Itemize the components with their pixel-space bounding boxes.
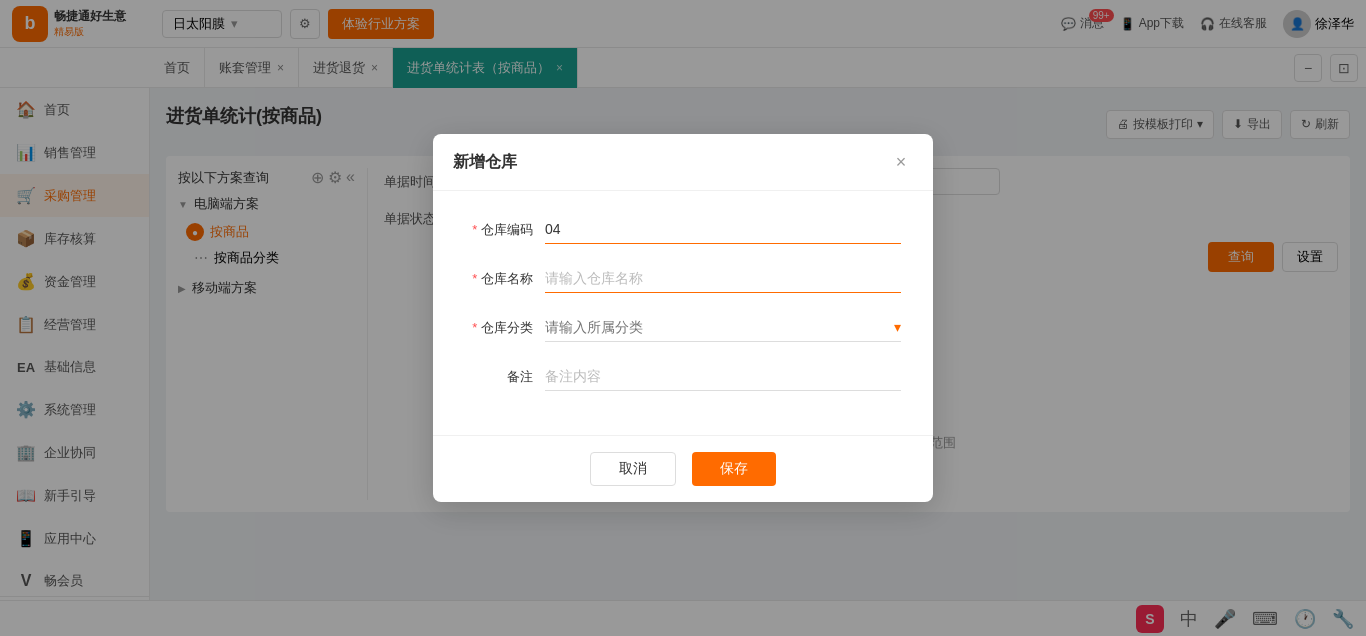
- remark-input[interactable]: [545, 362, 901, 391]
- add-warehouse-modal: 新增仓库 × * 仓库编码 * 仓库名称: [433, 134, 933, 502]
- modal-title: 新增仓库: [453, 152, 517, 173]
- code-input[interactable]: [545, 215, 901, 244]
- category-label: * 仓库分类: [465, 319, 545, 337]
- cancel-button[interactable]: 取消: [590, 452, 676, 486]
- modal-header: 新增仓库 ×: [433, 134, 933, 191]
- save-button[interactable]: 保存: [692, 452, 776, 486]
- required-star-2: *: [472, 271, 477, 286]
- form-row-code: * 仓库编码: [465, 215, 901, 244]
- category-select-wrapper: ▾: [545, 313, 901, 342]
- modal-close-button[interactable]: ×: [889, 150, 913, 174]
- modal-footer: 取消 保存: [433, 435, 933, 502]
- category-input[interactable]: [545, 313, 901, 342]
- required-star: *: [472, 222, 477, 237]
- name-label: * 仓库名称: [465, 270, 545, 288]
- modal-overlay: 新增仓库 × * 仓库编码 * 仓库名称: [0, 0, 1366, 636]
- form-row-remark: 备注: [465, 362, 901, 391]
- form-row-name: * 仓库名称: [465, 264, 901, 293]
- form-row-category: * 仓库分类 ▾: [465, 313, 901, 342]
- name-input[interactable]: [545, 264, 901, 293]
- modal-body: * 仓库编码 * 仓库名称 * 仓库分类: [433, 191, 933, 435]
- required-star-3: *: [472, 320, 477, 335]
- remark-label: 备注: [465, 368, 545, 386]
- code-label: * 仓库编码: [465, 221, 545, 239]
